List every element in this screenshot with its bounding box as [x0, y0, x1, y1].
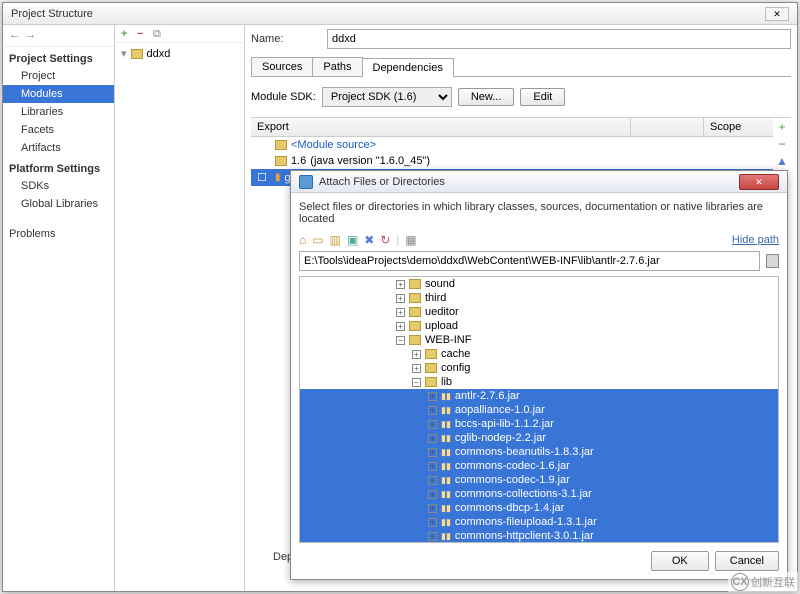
folder-sound[interactable]: +sound: [300, 277, 778, 291]
back-icon[interactable]: ←: [9, 29, 21, 41]
folder-cache[interactable]: +cache: [300, 347, 778, 361]
file-item[interactable]: +▮▮cglib-nodep-2.2.jar: [300, 431, 778, 445]
file-item[interactable]: +▮▮commons-codec-1.9.jar: [300, 473, 778, 487]
folder-third[interactable]: +third: [300, 291, 778, 305]
forward-icon[interactable]: →: [25, 29, 37, 41]
new-sdk-button[interactable]: New...: [458, 88, 515, 106]
home-icon[interactable]: ⌂: [299, 233, 306, 247]
file-item[interactable]: +▮▮commons-dbcp-1.4.jar: [300, 501, 778, 515]
delete-icon[interactable]: ✖: [364, 233, 374, 247]
tab-paths[interactable]: Paths: [312, 57, 362, 76]
tab-sources[interactable]: Sources: [251, 57, 313, 76]
sidebar-item-project[interactable]: Project: [3, 67, 114, 85]
dialog-description: Select files or directories in which lib…: [299, 201, 779, 225]
edit-sdk-button[interactable]: Edit: [520, 88, 565, 106]
show-hidden-icon[interactable]: ▦: [405, 233, 416, 247]
file-item[interactable]: +▮▮commons-httpclient-3.0.1.jar: [300, 529, 778, 543]
file-item[interactable]: +▮▮commons-codec-1.6.jar: [300, 459, 778, 473]
attach-files-dialog: Attach Files or Directories ✕ Select fil…: [290, 170, 788, 580]
module-item[interactable]: ▾ ddxd: [115, 43, 244, 64]
move-up-icon[interactable]: ▲: [776, 154, 788, 168]
sidebar-item-sdks[interactable]: SDKs: [3, 177, 114, 195]
watermark: CX 创新互联: [728, 572, 798, 592]
folder-upload[interactable]: +upload: [300, 319, 778, 333]
dialog-title: Attach Files or Directories: [319, 176, 445, 188]
sdk-label: Module SDK:: [251, 91, 316, 103]
platform-settings-heading: Platform Settings: [3, 157, 114, 177]
folder-icon: [131, 49, 143, 59]
file-item[interactable]: +▮▮aopalliance-1.0.jar: [300, 403, 778, 417]
sidebar-item-global-libraries[interactable]: Global Libraries: [3, 195, 114, 213]
settings-sidebar: ← → Project Settings Project Modules Lib…: [3, 25, 115, 591]
folder-lib[interactable]: −lib: [300, 375, 778, 389]
sdk-select[interactable]: Project SDK (1.6): [322, 87, 452, 107]
tab-dependencies[interactable]: Dependencies: [362, 58, 454, 77]
sidebar-item-modules[interactable]: Modules: [3, 85, 114, 103]
folder-icon: [275, 140, 287, 150]
file-item[interactable]: +▮▮antlr-2.7.6.jar: [300, 389, 778, 403]
disk-icon[interactable]: [766, 254, 780, 268]
remove-module-icon[interactable]: −: [137, 28, 149, 40]
cancel-button[interactable]: Cancel: [715, 551, 779, 571]
file-item[interactable]: +▮▮commons-collections-3.1.jar: [300, 487, 778, 501]
main-title: Project Structure: [11, 8, 93, 20]
file-item[interactable]: +▮▮commons-fileupload-1.3.1.jar: [300, 515, 778, 529]
main-titlebar[interactable]: Project Structure ✕: [3, 3, 797, 25]
folder-webinf[interactable]: −WEB-INF: [300, 333, 778, 347]
folder-icon: [275, 156, 287, 166]
project-icon[interactable]: ▥: [330, 233, 341, 247]
dialog-titlebar[interactable]: Attach Files or Directories ✕: [291, 171, 787, 193]
intellij-icon: [299, 175, 313, 189]
add-dependency-icon[interactable]: +: [778, 120, 785, 134]
dep-row-module-source[interactable]: <Module source>: [251, 137, 773, 153]
path-input[interactable]: [299, 251, 760, 271]
name-label: Name:: [251, 33, 321, 45]
jar-icon: ▮: [275, 172, 281, 183]
folder-ueditor[interactable]: +ueditor: [300, 305, 778, 319]
desktop-icon[interactable]: ▭: [312, 233, 323, 247]
copy-module-icon[interactable]: ⧉: [153, 28, 165, 40]
folder-config[interactable]: +config: [300, 361, 778, 375]
sidebar-item-problems[interactable]: Problems: [3, 225, 114, 243]
project-settings-heading: Project Settings: [3, 47, 114, 67]
refresh-icon[interactable]: ↻: [380, 233, 390, 247]
sidebar-item-facets[interactable]: Facets: [3, 121, 114, 139]
dialog-close-icon[interactable]: ✕: [739, 174, 779, 190]
module-name: ddxd: [147, 48, 171, 60]
file-tree[interactable]: +sound +third +ueditor +upload −WEB-INF …: [299, 276, 779, 543]
module-tabs: Sources Paths Dependencies: [251, 57, 791, 77]
dep-row-jdk[interactable]: 1.6 (java version "1.6.0_45"): [251, 153, 773, 169]
file-item[interactable]: +▮▮commons-beanutils-1.8.3.jar: [300, 445, 778, 459]
window-close-icon[interactable]: ✕: [765, 7, 789, 21]
add-module-icon[interactable]: +: [121, 28, 133, 40]
ok-button[interactable]: OK: [651, 551, 709, 571]
sidebar-item-libraries[interactable]: Libraries: [3, 103, 114, 121]
module-list: + − ⧉ ▾ ddxd: [115, 25, 245, 591]
hide-path-link[interactable]: Hide path: [732, 234, 779, 246]
col-export[interactable]: Export: [251, 118, 631, 136]
module-name-input[interactable]: [327, 29, 791, 49]
remove-dependency-icon[interactable]: −: [778, 137, 785, 151]
file-item[interactable]: +▮▮bccs-api-lib-1.1.2.jar: [300, 417, 778, 431]
col-scope[interactable]: Scope: [703, 118, 773, 136]
sidebar-item-artifacts[interactable]: Artifacts: [3, 139, 114, 157]
module-icon[interactable]: ▣: [347, 233, 358, 247]
